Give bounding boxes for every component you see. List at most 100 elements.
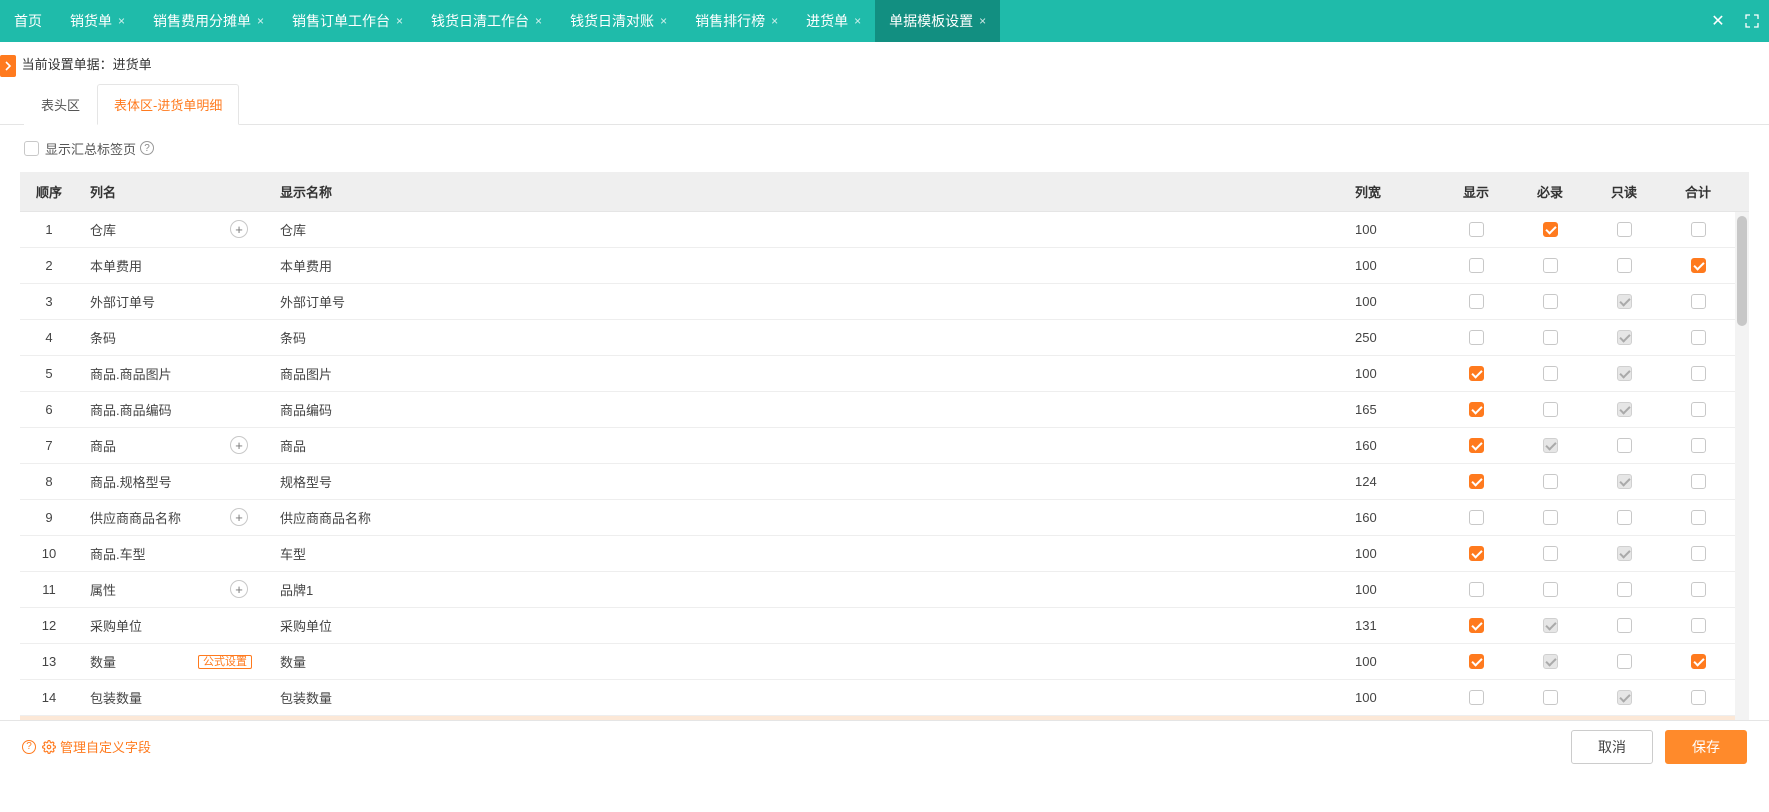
close-icon[interactable]: ×	[660, 14, 667, 28]
top-tab-0[interactable]: 首页	[0, 0, 56, 42]
table-row[interactable]: 4条码条码250	[20, 319, 1749, 355]
cell-display-name[interactable]: 包装数量	[268, 679, 1343, 715]
cell-width[interactable]: 250	[1343, 319, 1439, 355]
required-checkbox[interactable]	[1543, 258, 1558, 273]
table-scrollbar[interactable]	[1735, 211, 1749, 751]
required-checkbox[interactable]	[1543, 330, 1558, 345]
total-checkbox[interactable]	[1691, 222, 1706, 237]
show-checkbox[interactable]	[1469, 618, 1484, 633]
table-row[interactable]: 2本单费用本单费用100	[20, 247, 1749, 283]
required-checkbox[interactable]	[1543, 366, 1558, 381]
required-checkbox[interactable]	[1543, 474, 1558, 489]
readonly-checkbox[interactable]	[1617, 222, 1632, 237]
total-checkbox[interactable]	[1691, 546, 1706, 561]
cell-display-name[interactable]: 本单费用	[268, 247, 1343, 283]
show-checkbox[interactable]	[1469, 510, 1484, 525]
total-checkbox[interactable]	[1691, 330, 1706, 345]
show-checkbox[interactable]	[1469, 366, 1484, 381]
show-checkbox[interactable]	[1469, 546, 1484, 561]
top-tab-6[interactable]: 销售排行榜×	[681, 0, 792, 42]
table-row[interactable]: 11属性+品牌1100	[20, 571, 1749, 607]
close-icon[interactable]: ×	[118, 14, 125, 28]
close-icon[interactable]: ×	[396, 14, 403, 28]
required-checkbox[interactable]	[1543, 402, 1558, 417]
total-checkbox[interactable]	[1691, 582, 1706, 597]
top-tab-4[interactable]: 钱货日清工作台×	[417, 0, 556, 42]
total-checkbox[interactable]	[1691, 474, 1706, 489]
show-checkbox[interactable]	[1469, 582, 1484, 597]
table-row[interactable]: 7商品+商品160	[20, 427, 1749, 463]
top-tab-7[interactable]: 进货单×	[792, 0, 875, 42]
sub-tab-1[interactable]: 表体区-进货单明细	[97, 84, 239, 125]
table-row[interactable]: 10商品.车型车型100	[20, 535, 1749, 571]
sub-tab-0[interactable]: 表头区	[24, 84, 97, 125]
readonly-checkbox[interactable]	[1617, 438, 1632, 453]
readonly-checkbox[interactable]	[1617, 510, 1632, 525]
cell-width[interactable]: 124	[1343, 463, 1439, 499]
cell-width[interactable]: 100	[1343, 247, 1439, 283]
required-checkbox[interactable]	[1543, 222, 1558, 237]
table-row[interactable]: 12采购单位采购单位131	[20, 607, 1749, 643]
readonly-checkbox[interactable]	[1617, 654, 1632, 669]
cell-display-name[interactable]: 仓库	[268, 211, 1343, 247]
fullscreen-icon[interactable]	[1735, 0, 1769, 42]
cell-width[interactable]: 100	[1343, 643, 1439, 679]
cell-display-name[interactable]: 品牌1	[268, 571, 1343, 607]
total-checkbox[interactable]	[1691, 438, 1706, 453]
cell-display-name[interactable]: 采购单位	[268, 607, 1343, 643]
top-tab-8[interactable]: 单据模板设置×	[875, 0, 1000, 42]
plus-icon[interactable]: +	[230, 436, 248, 454]
cell-width[interactable]: 100	[1343, 283, 1439, 319]
cell-display-name[interactable]: 商品	[268, 427, 1343, 463]
show-checkbox[interactable]	[1469, 402, 1484, 417]
required-checkbox[interactable]	[1543, 546, 1558, 561]
top-tab-2[interactable]: 销售费用分摊单×	[139, 0, 278, 42]
footer-help-icon[interactable]: ?	[22, 740, 36, 754]
cell-display-name[interactable]: 商品图片	[268, 355, 1343, 391]
plus-icon[interactable]: +	[230, 220, 248, 238]
formula-setting-button[interactable]: 公式设置	[198, 655, 252, 669]
table-row[interactable]: 5商品.商品图片商品图片100	[20, 355, 1749, 391]
cell-width[interactable]: 165	[1343, 391, 1439, 427]
close-icon[interactable]: ×	[535, 14, 542, 28]
cell-display-name[interactable]: 供应商商品名称	[268, 499, 1343, 535]
show-checkbox[interactable]	[1469, 294, 1484, 309]
required-checkbox[interactable]	[1543, 582, 1558, 597]
close-all-tabs-icon[interactable]: ✕	[1701, 0, 1735, 42]
show-checkbox[interactable]	[1469, 474, 1484, 489]
total-checkbox[interactable]	[1691, 366, 1706, 381]
total-checkbox[interactable]	[1691, 654, 1706, 669]
table-row[interactable]: 6商品.商品编码商品编码165	[20, 391, 1749, 427]
show-checkbox[interactable]	[1469, 438, 1484, 453]
table-row[interactable]: 13数量公式设置数量100	[20, 643, 1749, 679]
total-checkbox[interactable]	[1691, 258, 1706, 273]
manage-custom-fields-link[interactable]: 管理自定义字段	[60, 737, 151, 756]
close-icon[interactable]: ×	[257, 14, 264, 28]
cell-width[interactable]: 160	[1343, 427, 1439, 463]
show-checkbox[interactable]	[1469, 222, 1484, 237]
table-row[interactable]: 9供应商商品名称+供应商商品名称160	[20, 499, 1749, 535]
plus-icon[interactable]: +	[230, 580, 248, 598]
readonly-checkbox[interactable]	[1617, 258, 1632, 273]
cell-width[interactable]: 100	[1343, 571, 1439, 607]
cell-width[interactable]: 100	[1343, 211, 1439, 247]
cell-display-name[interactable]: 规格型号	[268, 463, 1343, 499]
required-checkbox[interactable]	[1543, 510, 1558, 525]
cell-width[interactable]: 131	[1343, 607, 1439, 643]
show-checkbox[interactable]	[1469, 690, 1484, 705]
total-checkbox[interactable]	[1691, 402, 1706, 417]
collapse-icon[interactable]	[0, 55, 16, 77]
cell-display-name[interactable]: 数量	[268, 643, 1343, 679]
required-checkbox[interactable]	[1543, 690, 1558, 705]
plus-icon[interactable]: +	[230, 508, 248, 526]
total-checkbox[interactable]	[1691, 510, 1706, 525]
table-row[interactable]: 14包装数量包装数量100	[20, 679, 1749, 715]
save-button[interactable]: 保存	[1665, 730, 1747, 764]
readonly-checkbox[interactable]	[1617, 618, 1632, 633]
cell-width[interactable]: 100	[1343, 535, 1439, 571]
show-summary-tab-checkbox[interactable]	[24, 141, 39, 156]
total-checkbox[interactable]	[1691, 690, 1706, 705]
required-checkbox[interactable]	[1543, 294, 1558, 309]
cell-width[interactable]: 100	[1343, 679, 1439, 715]
show-checkbox[interactable]	[1469, 330, 1484, 345]
